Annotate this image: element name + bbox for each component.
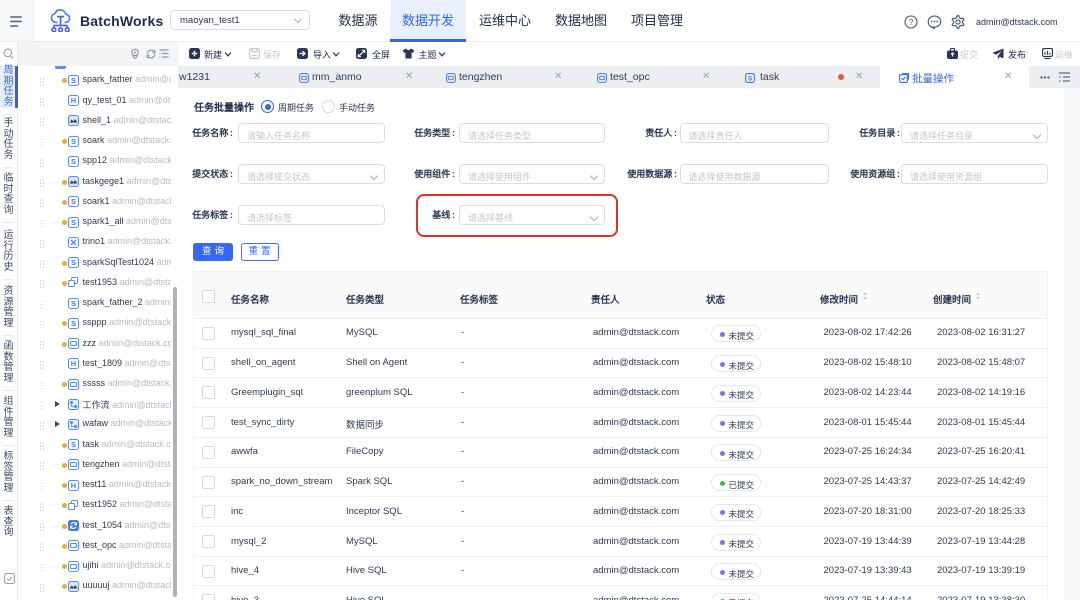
- svg-text:S: S: [748, 75, 753, 82]
- svg-text:?: ?: [909, 18, 914, 27]
